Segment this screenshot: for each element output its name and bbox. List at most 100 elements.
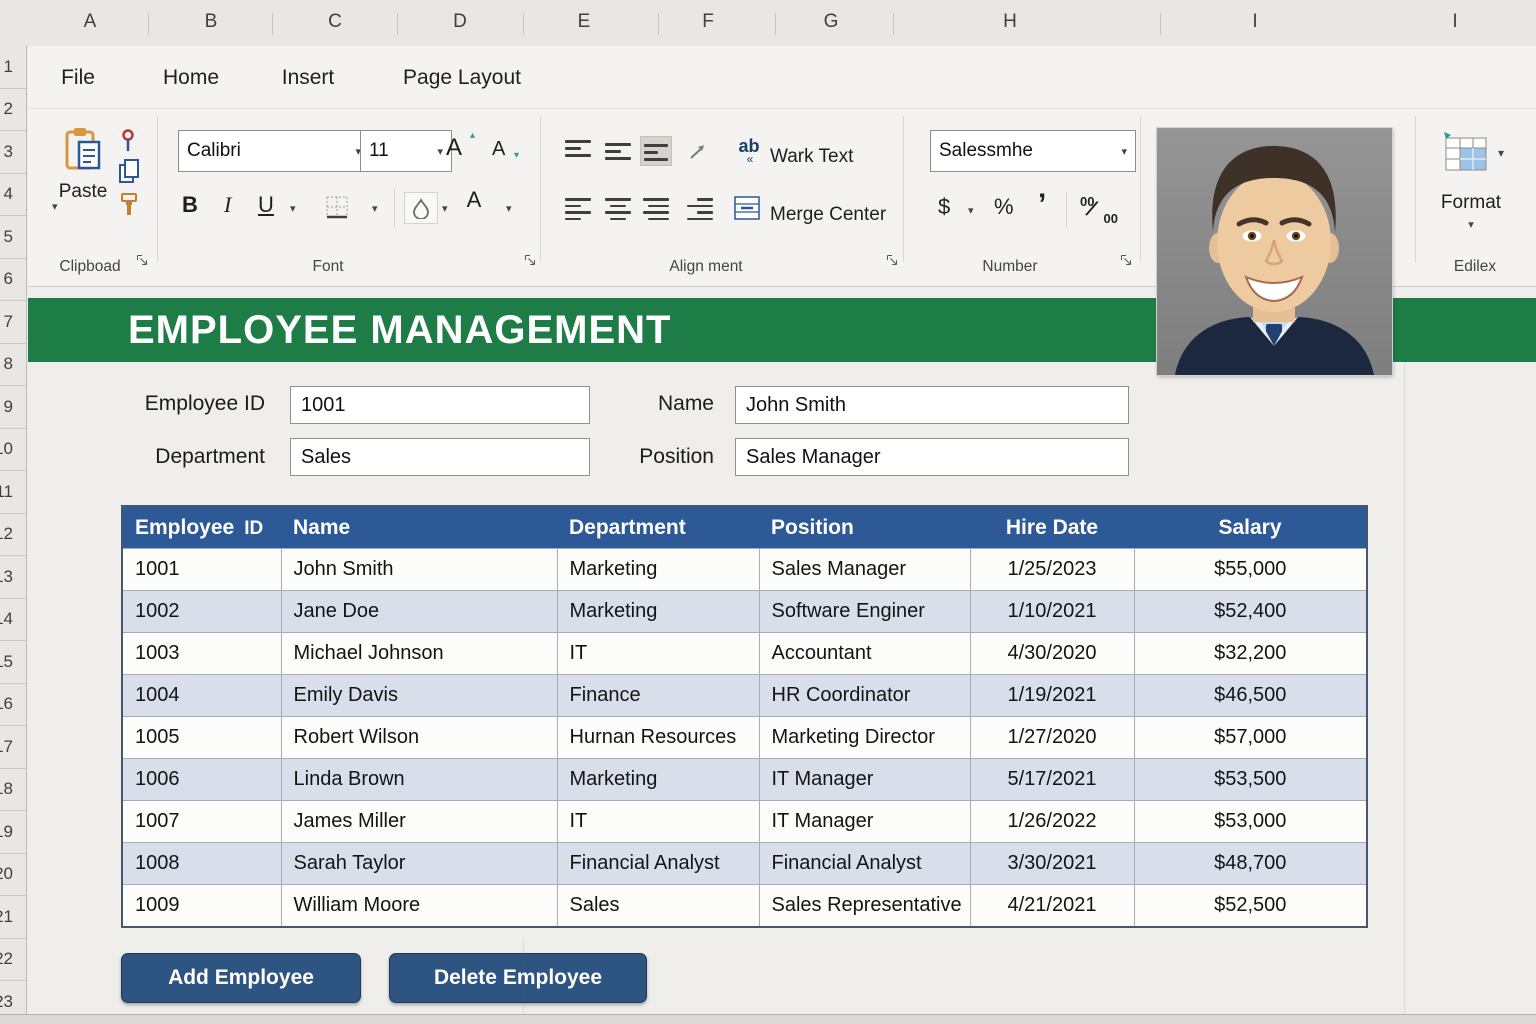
cell-salary[interactable]: $32,200 [1133, 632, 1368, 675]
cell-position[interactable]: IT Manager [758, 758, 971, 801]
row-header[interactable]: 3 [0, 131, 26, 174]
cell-department[interactable]: IT [556, 632, 760, 675]
decimal-format-button[interactable]: 00 ⁄ 00 [1080, 194, 1118, 226]
cell-employee-id[interactable]: 1008 [121, 842, 282, 885]
decrease-font-size-button[interactable]: A [492, 138, 505, 161]
row-header[interactable]: 18 [0, 769, 26, 811]
row-header[interactable]: 15 [0, 641, 26, 684]
tab-insert[interactable]: Insert [282, 66, 335, 90]
row-header[interactable]: 20 [0, 854, 26, 896]
cell-salary[interactable]: $57,000 [1133, 716, 1368, 759]
cell-department[interactable]: Marketing [556, 548, 760, 591]
font-color-button[interactable]: A [460, 188, 488, 212]
cell-hire-date[interactable]: 3/30/2021 [969, 842, 1135, 885]
cell-employee-id[interactable]: 1009 [121, 884, 282, 928]
increase-font-size-button[interactable]: A [446, 134, 462, 162]
cell-name[interactable]: Emily Davis [280, 674, 558, 717]
cell-name[interactable]: William Moore [280, 884, 558, 928]
font-size-select[interactable]: 11 ▾ [360, 130, 452, 172]
borders-icon[interactable] [324, 194, 350, 225]
cell-department[interactable]: IT [556, 800, 760, 843]
format-button[interactable]: Format [1441, 192, 1501, 214]
font-dialog-launcher-icon[interactable] [524, 254, 537, 272]
row-header[interactable]: 14 [0, 599, 26, 641]
employee-photo[interactable] [1157, 128, 1392, 375]
cell-name[interactable]: James Miller [280, 800, 558, 843]
row-header[interactable]: 5 [0, 216, 26, 259]
column-header-h[interactable]: H [1003, 11, 1017, 33]
row-header[interactable]: 1 [0, 46, 26, 89]
table-row[interactable]: 1005 Robert Wilson Hurnan Resources Mark… [121, 716, 1368, 759]
add-employee-button[interactable]: Add Employee [121, 953, 361, 1003]
currency-format-button[interactable]: $ [938, 194, 950, 220]
table-row[interactable]: 1007 James Miller IT IT Manager 1/26/202… [121, 800, 1368, 843]
table-row[interactable]: 1006 Linda Brown Marketing IT Manager 5/… [121, 758, 1368, 801]
cell-employee-id[interactable]: 1005 [121, 716, 282, 759]
align-center-icon[interactable] [602, 194, 634, 224]
cell-salary[interactable]: $52,500 [1133, 884, 1368, 928]
cell-employee-id[interactable]: 1007 [121, 800, 282, 843]
cell-salary[interactable]: $48,700 [1133, 842, 1368, 885]
table-row[interactable]: 1002 Jane Doe Marketing Software Enginer… [121, 590, 1368, 633]
clipboard-dialog-launcher-icon[interactable] [136, 254, 149, 272]
cell-salary[interactable]: $53,000 [1133, 800, 1368, 843]
currency-dropdown-icon[interactable]: ▾ [968, 204, 974, 217]
orientation-icon[interactable] [684, 136, 716, 166]
number-dialog-launcher-icon[interactable] [1120, 254, 1133, 272]
cell-department[interactable]: Hurnan Resources [556, 716, 760, 759]
format-painter-icon[interactable] [118, 192, 144, 218]
decrease-indent-icon[interactable] [640, 194, 672, 224]
table-row[interactable]: 1001 John Smith Marketing Sales Manager … [121, 548, 1368, 591]
table-row[interactable]: 1009 William Moore Sales Sales Represent… [121, 884, 1368, 928]
cell-salary[interactable]: $46,500 [1133, 674, 1368, 717]
align-middle-icon[interactable] [602, 136, 634, 166]
fill-color-dropdown-icon[interactable]: ▾ [442, 202, 448, 215]
cell-department[interactable]: Marketing [556, 590, 760, 633]
employee-id-field[interactable] [290, 386, 590, 424]
column-header-g[interactable]: G [824, 11, 839, 33]
delete-employee-button[interactable]: Delete Employee [389, 953, 647, 1003]
cell-department[interactable]: Sales [556, 884, 760, 928]
row-header[interactable]: 12 [0, 514, 26, 556]
tab-home[interactable]: Home [163, 66, 219, 90]
cell-position[interactable]: Sales Manager [758, 548, 971, 591]
row-header[interactable]: 10 [0, 429, 26, 471]
cell-name[interactable]: Michael Johnson [280, 632, 558, 675]
bottom-scroll-strip[interactable] [0, 1014, 1536, 1024]
cell-salary[interactable]: $53,500 [1133, 758, 1368, 801]
header-hire-date[interactable]: Hire Date [970, 506, 1134, 549]
row-header[interactable]: 8 [0, 344, 26, 386]
row-header[interactable]: 6 [0, 259, 26, 301]
column-header-f[interactable]: F [702, 11, 714, 33]
row-header[interactable]: 22 [0, 939, 26, 981]
font-name-select[interactable]: Calibri ▾ [178, 130, 370, 172]
table-row[interactable]: 1004 Emily Davis Finance HR Coordinator … [121, 674, 1368, 717]
row-header[interactable]: 16 [0, 684, 26, 726]
cell-hire-date[interactable]: 4/30/2020 [969, 632, 1135, 675]
cell-salary[interactable]: $55,000 [1133, 548, 1368, 591]
department-field[interactable] [290, 438, 590, 476]
table-row[interactable]: 1008 Sarah Taylor Financial Analyst Fina… [121, 842, 1368, 885]
row-header[interactable]: 4 [0, 174, 26, 216]
cell-position[interactable]: Accountant [758, 632, 971, 675]
row-header[interactable]: 21 [0, 896, 26, 939]
header-employee-id[interactable]: Employee ID [122, 506, 281, 549]
column-header-a[interactable]: A [84, 11, 97, 33]
table-row[interactable]: 1003 Michael Johnson IT Accountant 4/30/… [121, 632, 1368, 675]
comma-format-button[interactable]: ’ [1038, 188, 1046, 222]
column-header-e[interactable]: E [578, 11, 591, 33]
format-icon-dropdown-icon[interactable]: ▾ [1498, 146, 1504, 160]
name-field[interactable] [735, 386, 1129, 424]
tab-page-layout[interactable]: Page Layout [403, 66, 521, 90]
cell-employee-id[interactable]: 1003 [121, 632, 282, 675]
header-position[interactable]: Position [759, 506, 970, 549]
cell-position[interactable]: Software Enginer [758, 590, 971, 633]
align-top-icon[interactable] [562, 136, 594, 166]
cell-department[interactable]: Marketing [556, 758, 760, 801]
cell-hire-date[interactable]: 1/26/2022 [969, 800, 1135, 843]
align-left-icon[interactable] [562, 194, 594, 224]
header-name[interactable]: Name [281, 506, 557, 549]
cell-hire-date[interactable]: 1/27/2020 [969, 716, 1135, 759]
cell-hire-date[interactable]: 4/21/2021 [969, 884, 1135, 928]
format-dropdown-icon[interactable]: ▾ [1468, 218, 1474, 231]
